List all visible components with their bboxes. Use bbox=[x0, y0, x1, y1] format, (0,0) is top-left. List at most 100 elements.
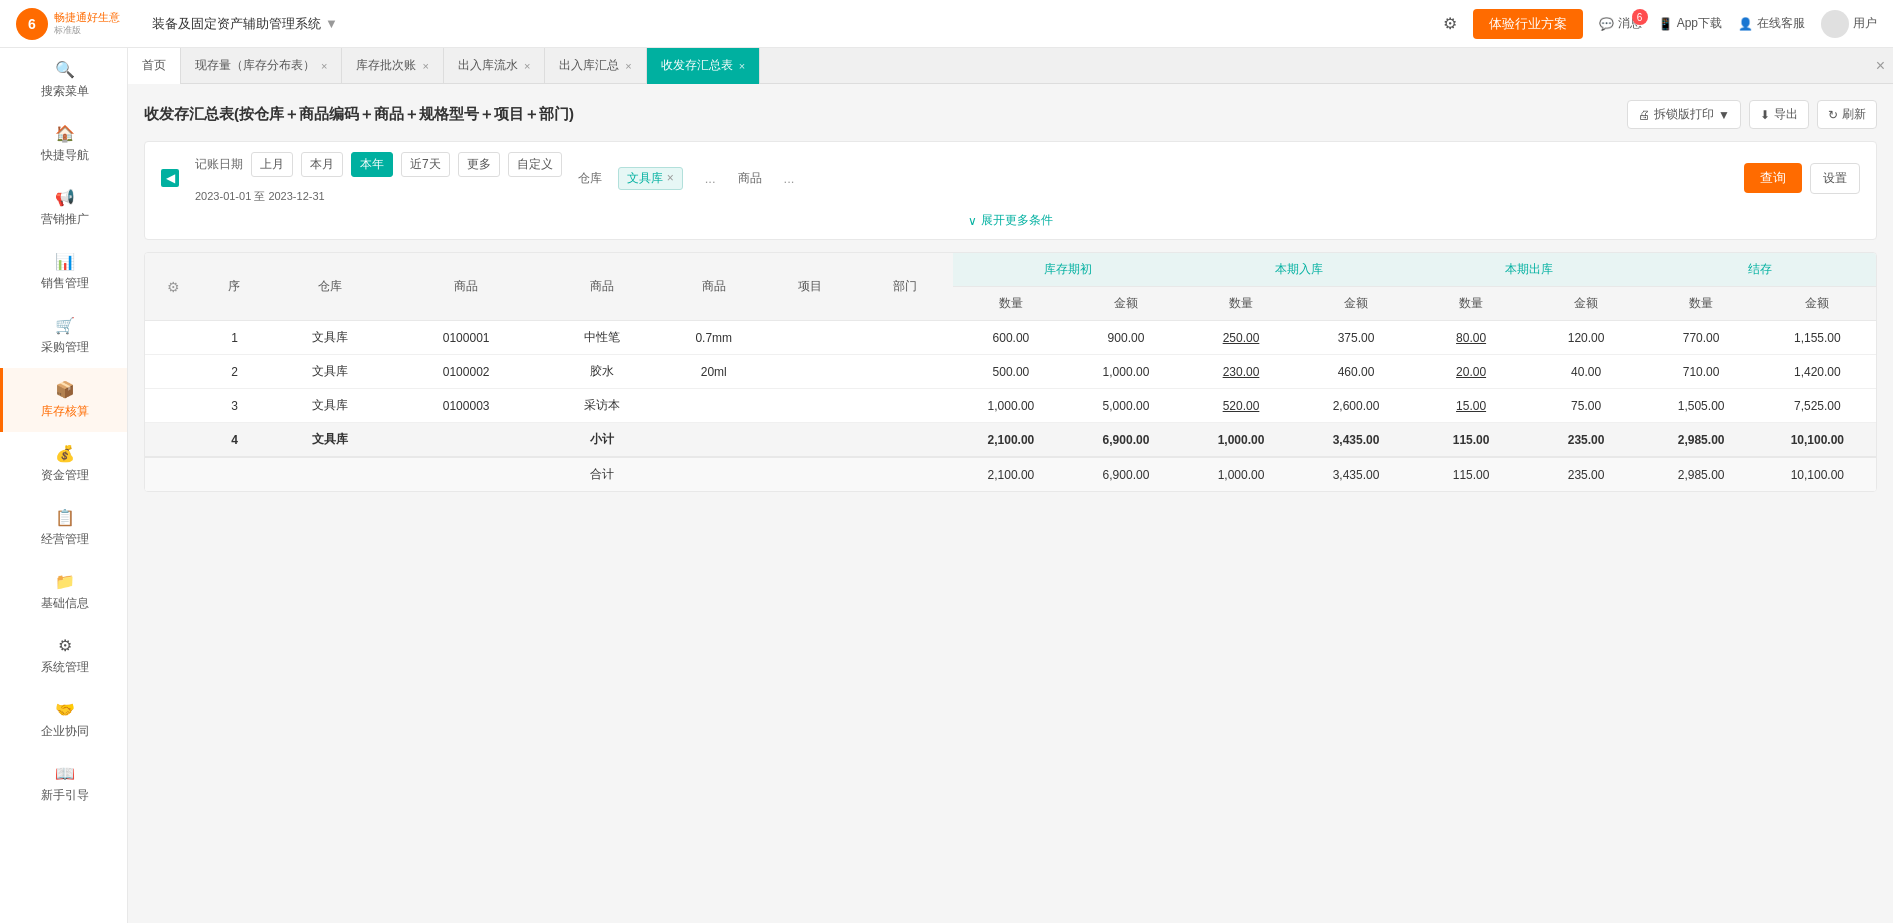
col-out-qty-header: 数量 bbox=[1414, 287, 1529, 321]
date-last-month-btn[interactable]: 上月 bbox=[251, 152, 293, 177]
goods-ellipsis[interactable]: ... bbox=[778, 169, 801, 188]
sidebar-item-finance[interactable]: 💰 资金管理 bbox=[0, 432, 127, 496]
row-bal-qty: 710.00 bbox=[1644, 355, 1759, 389]
expand-label: 展开更多条件 bbox=[981, 212, 1053, 229]
export-label: 导出 bbox=[1774, 106, 1798, 123]
refresh-button[interactable]: ↻ 刷新 bbox=[1817, 100, 1877, 129]
row-out-amt: 235.00 bbox=[1529, 423, 1644, 458]
dropdown-icon[interactable]: ▼ bbox=[325, 16, 338, 31]
tab-inventory-dist[interactable]: 现存量（库存分布表） × bbox=[181, 48, 342, 84]
col-no-header: 序 bbox=[203, 253, 267, 321]
sidebar-item-sales[interactable]: 📊 销售管理 bbox=[0, 240, 127, 304]
row-warehouse: 文具库 bbox=[266, 321, 394, 355]
expand-conditions-button[interactable]: ∨ 展开更多条件 bbox=[968, 212, 1053, 229]
user-menu-button[interactable]: 用户 bbox=[1821, 10, 1877, 38]
tab-home[interactable]: 首页 bbox=[128, 48, 181, 84]
sidebar-item-search[interactable]: 🔍 搜索菜单 bbox=[0, 48, 127, 112]
tab-flow-close[interactable]: × bbox=[524, 60, 530, 72]
row-no: 3 bbox=[203, 389, 267, 423]
messages-button[interactable]: 💬 消息 6 bbox=[1599, 15, 1642, 32]
tab-recv-send-label: 收发存汇总表 bbox=[661, 57, 733, 74]
row-open-amt: 1,000.00 bbox=[1068, 355, 1183, 389]
row-out-qty[interactable]: 80.00 bbox=[1414, 321, 1529, 355]
export-button[interactable]: ⬇ 导出 bbox=[1749, 100, 1809, 129]
date-7days-btn[interactable]: 近7天 bbox=[401, 152, 450, 177]
filter-settings-button[interactable]: 设置 bbox=[1810, 163, 1860, 194]
row-in-amt: 375.00 bbox=[1299, 321, 1414, 355]
sidebar-item-operations[interactable]: 📋 经营管理 bbox=[0, 496, 127, 560]
row-in-qty[interactable]: 230.00 bbox=[1183, 355, 1298, 389]
tabs-bar: 首页 现存量（库存分布表） × 库存批次账 × 出入库流水 × 出入库汇总 × bbox=[128, 48, 1893, 84]
footer-in-qty: 1,000.00 bbox=[1183, 457, 1298, 491]
sidebar-item-purchase[interactable]: 🛒 采购管理 bbox=[0, 304, 127, 368]
tab-batch[interactable]: 库存批次账 × bbox=[342, 48, 443, 84]
row-dept bbox=[858, 355, 954, 389]
sidebar-item-basic[interactable]: 📁 基础信息 bbox=[0, 560, 127, 624]
sidebar-item-guide[interactable]: 📖 新手引导 bbox=[0, 752, 127, 816]
row-settings bbox=[145, 321, 203, 355]
sidebar-item-collab[interactable]: 🤝 企业协同 bbox=[0, 688, 127, 752]
table-settings-icon[interactable]: ⚙ bbox=[167, 279, 180, 295]
footer-empty-5 bbox=[666, 457, 762, 491]
app-download-button[interactable]: 📱 App下载 bbox=[1658, 15, 1722, 32]
date-this-month-btn[interactable]: 本月 bbox=[301, 152, 343, 177]
row-in-qty[interactable]: 250.00 bbox=[1183, 321, 1298, 355]
gear-settings-icon[interactable]: ⚙ bbox=[1443, 14, 1457, 33]
row-open-amt: 6,900.00 bbox=[1068, 423, 1183, 458]
sidebar-item-inventory[interactable]: 📦 库存核算 bbox=[0, 368, 127, 432]
tab-recv-send[interactable]: 收发存汇总表 × bbox=[647, 48, 760, 84]
date-custom-btn[interactable]: 自定义 bbox=[508, 152, 562, 177]
tab-inventory-dist-close[interactable]: × bbox=[321, 60, 327, 72]
tab-close-all-icon[interactable]: × bbox=[1876, 57, 1885, 75]
warehouse-tag-close[interactable]: × bbox=[667, 171, 674, 185]
row-in-qty[interactable]: 520.00 bbox=[1183, 389, 1298, 423]
row-in-amt: 460.00 bbox=[1299, 355, 1414, 389]
footer-open-amt: 6,900.00 bbox=[1068, 457, 1183, 491]
tab-summary[interactable]: 出入库汇总 × bbox=[545, 48, 646, 84]
try-industry-button[interactable]: 体验行业方案 bbox=[1473, 9, 1583, 39]
query-button[interactable]: 查询 bbox=[1744, 163, 1802, 193]
messages-badge: 6 bbox=[1632, 9, 1648, 25]
sidebar-item-marketing[interactable]: 📢 营销推广 bbox=[0, 176, 127, 240]
tab-recv-send-close[interactable]: × bbox=[739, 60, 745, 72]
row-bal-qty: 2,985.00 bbox=[1644, 423, 1759, 458]
home-icon: 🏠 bbox=[55, 124, 75, 143]
row-name: 采访本 bbox=[538, 389, 666, 423]
col-bal-amt-header: 金额 bbox=[1759, 287, 1876, 321]
goods-filter-label: 商品 bbox=[738, 170, 762, 187]
sidebar-item-system[interactable]: ⚙ 系统管理 bbox=[0, 624, 127, 688]
guide-icon: 📖 bbox=[55, 764, 75, 783]
warehouse-filter-label: 仓库 bbox=[578, 170, 602, 187]
phone-icon: 📱 bbox=[1658, 17, 1673, 31]
date-filter-row: 记账日期 上月 本月 本年 近7天 更多 自定义 bbox=[195, 152, 562, 177]
print-button[interactable]: 🖨 拆锁版打印 ▼ bbox=[1627, 100, 1741, 129]
tab-batch-close[interactable]: × bbox=[422, 60, 428, 72]
tab-batch-label: 库存批次账 bbox=[356, 57, 416, 74]
sidebar-label-quicknav: 快捷导航 bbox=[41, 147, 89, 164]
row-out-qty[interactable]: 20.00 bbox=[1414, 355, 1529, 389]
page-header: 收发存汇总表(按仓库＋商品编码＋商品＋规格型号＋项目＋部门) 🖨 拆锁版打印 ▼… bbox=[144, 100, 1877, 129]
row-in-qty: 1,000.00 bbox=[1183, 423, 1298, 458]
date-this-year-btn[interactable]: 本年 bbox=[351, 152, 393, 177]
row-bal-amt: 1,420.00 bbox=[1759, 355, 1876, 389]
date-more-btn[interactable]: 更多 bbox=[458, 152, 500, 177]
row-warehouse: 文具库 bbox=[266, 389, 394, 423]
row-open-amt: 5,000.00 bbox=[1068, 389, 1183, 423]
filter-collapse-button[interactable]: ◀ bbox=[161, 169, 179, 187]
tab-home-label: 首页 bbox=[142, 57, 166, 74]
sidebar-label-finance: 资金管理 bbox=[41, 467, 89, 484]
tab-flow[interactable]: 出入库流水 × bbox=[444, 48, 545, 84]
online-service-button[interactable]: 👤 在线客服 bbox=[1738, 15, 1805, 32]
sidebar-item-quicknav[interactable]: 🏠 快捷导航 bbox=[0, 112, 127, 176]
logo-icon: 6 bbox=[16, 8, 48, 40]
col-code-header: 商品 bbox=[394, 253, 538, 321]
table-row: 1 文具库 0100001 中性笔 0.7mm 600.00 900.00 25… bbox=[145, 321, 1876, 355]
row-spec bbox=[666, 423, 762, 458]
row-out-qty[interactable]: 15.00 bbox=[1414, 389, 1529, 423]
row-project bbox=[762, 389, 858, 423]
tab-summary-close[interactable]: × bbox=[625, 60, 631, 72]
table-footer: 合计 2,100.00 6,900.00 1,000.00 3,435.00 1… bbox=[145, 457, 1876, 491]
row-settings bbox=[145, 423, 203, 458]
warehouse-ellipsis[interactable]: ... bbox=[699, 169, 722, 188]
app-download-label: App下载 bbox=[1677, 15, 1722, 32]
